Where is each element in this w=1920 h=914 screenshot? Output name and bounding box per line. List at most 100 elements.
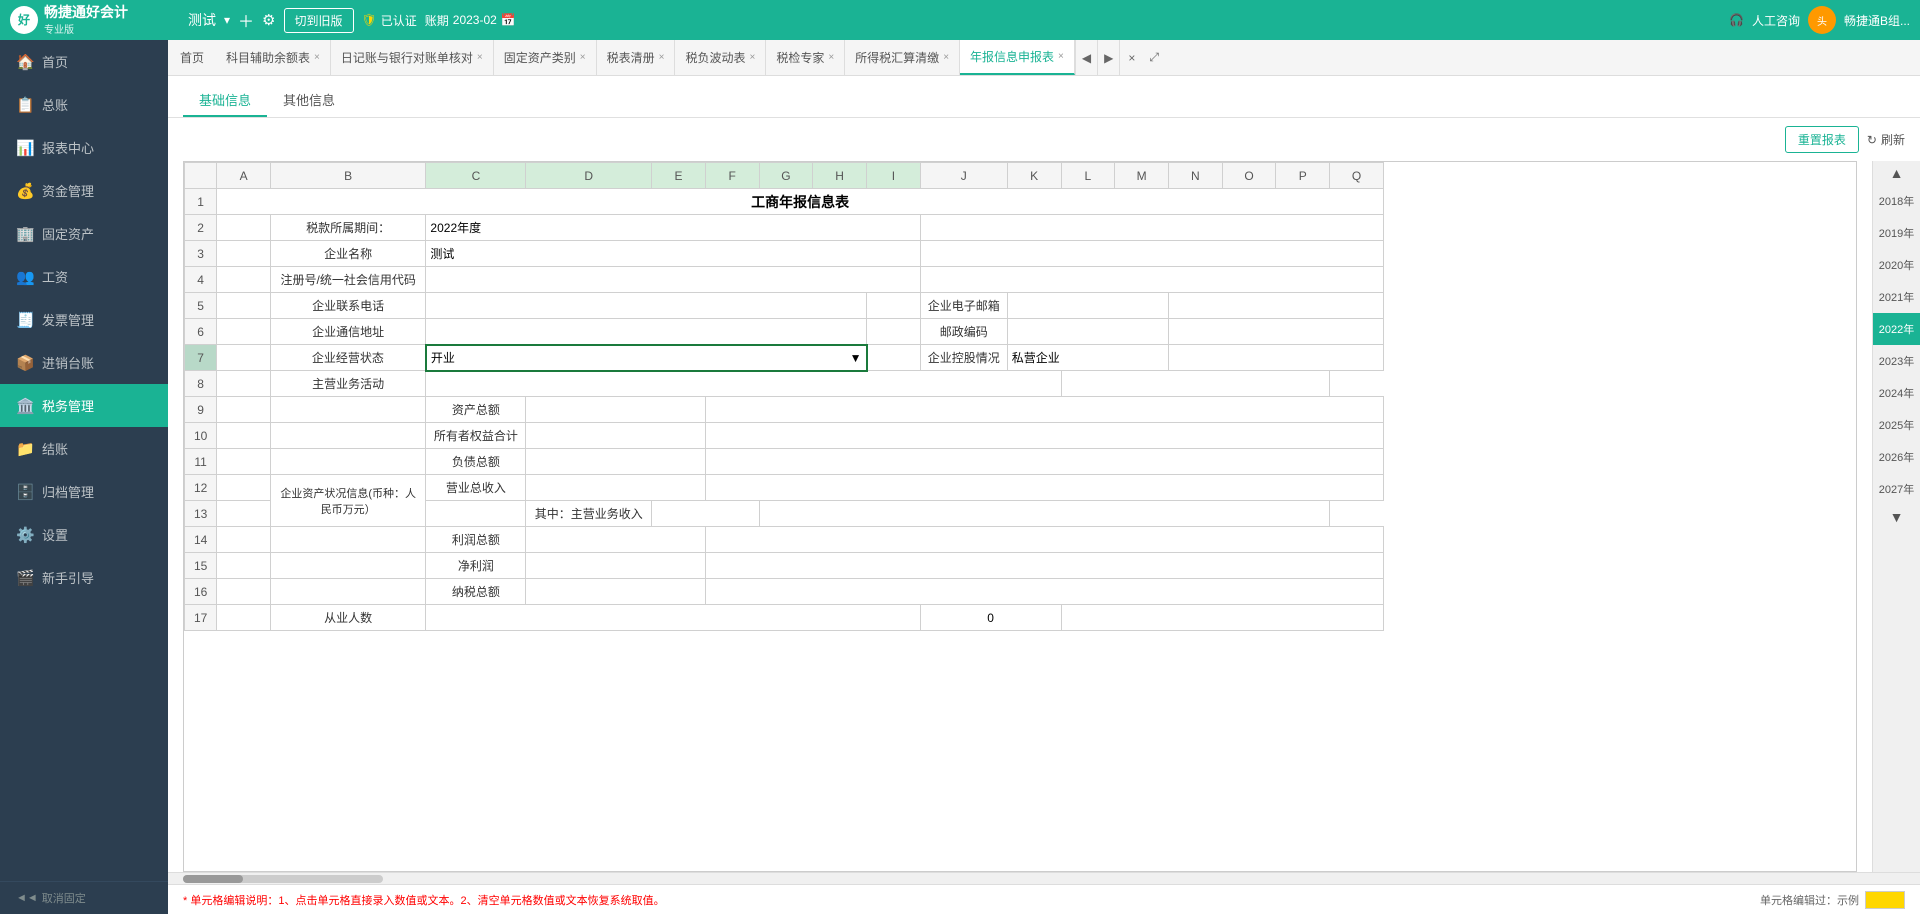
cell-9a [217,397,271,423]
spreadsheet-container[interactable]: A B C D E F G H I J K L M [183,161,1857,872]
sidebar-collapse-button[interactable]: ◄◄ 取消固定 [0,881,168,914]
content-area: 首页 科目辅助余额表 × 日记账与银行对账单核对 × 固定资产类别 × 税表清册… [168,40,1920,914]
cell-15d[interactable] [526,553,705,579]
h-scrollbar-track[interactable] [183,875,383,883]
sidebar-item-guide[interactable]: 🎬 新手引导 [0,556,168,599]
row-num-4: 4 [185,267,217,293]
year-panel-down[interactable]: ▼ [1873,505,1920,529]
tab-close-fixed-type[interactable]: × [580,52,586,63]
year-2025[interactable]: 2025年 [1873,409,1920,441]
tab-annual-report[interactable]: 年报信息申报表 × [960,40,1075,75]
reset-report-button[interactable]: 重置报表 [1785,126,1859,153]
year-2027[interactable]: 2027年 [1873,473,1920,505]
cell-title[interactable]: 工商年报信息表 [217,189,1384,215]
tab-close-income-tax[interactable]: × [943,52,949,63]
sidebar-item-closing[interactable]: 📁 结账 [0,427,168,470]
sidebar-item-reports[interactable]: 📊 报表中心 [0,126,168,169]
cell-9d[interactable] [526,397,705,423]
sidebar-item-home[interactable]: 🏠 首页 [0,40,168,83]
tab-prev-button[interactable]: ◀ [1075,40,1097,75]
tab-close-tax-wave[interactable]: × [749,52,755,63]
cell-7c[interactable]: 开业 ▼ [426,345,867,371]
table-row: 5 企业联系电话 企业电子邮箱 [185,293,1384,319]
dropdown-arrow-icon[interactable]: ▼ [850,351,862,365]
cell-10d[interactable] [526,423,705,449]
calendar-icon[interactable]: 📅 [501,13,516,27]
settings-icon[interactable]: ⚙ [262,11,275,29]
sidebar-item-archive[interactable]: 🗄️ 归档管理 [0,470,168,513]
cell-6c[interactable] [426,319,867,345]
cell-5k[interactable] [1007,293,1168,319]
sidebar-item-invoice[interactable]: 🧾 发票管理 [0,298,168,341]
cell-16d[interactable] [526,579,705,605]
top-bar: 好 畅捷通好会计 专业版 测试 ▾ ＋ ⚙ 切到旧版 🛡 已认证 账期 2023… [0,0,1920,40]
row-num-10: 10 [185,423,217,449]
sidebar-item-assets[interactable]: 🏢 固定资产 [0,212,168,255]
sidebar-item-ledger[interactable]: 📋 总账 [0,83,168,126]
cell-8c[interactable] [426,371,1061,397]
col-header-h: H [813,163,867,189]
tab-expand-button[interactable]: ⤢ [1143,40,1165,75]
cell-5c[interactable] [426,293,867,319]
tab-income-tax[interactable]: 所得税汇算清缴 × [845,40,960,75]
tab-tax-audit[interactable]: 税检专家 × [766,40,845,75]
cell-6k[interactable] [1007,319,1168,345]
sidebar-item-inventory[interactable]: 📦 进销台账 [0,341,168,384]
refresh-icon: ↻ [1867,133,1877,147]
tab-journal[interactable]: 日记账与银行对账单核对 × [331,40,494,75]
year-panel-up[interactable]: ▲ [1873,161,1920,185]
tab-close-annual-report[interactable]: × [1058,51,1064,62]
cell-3c[interactable]: 测试 [426,241,920,267]
tab-close-tax-list[interactable]: × [659,52,665,63]
sidebar-item-salary[interactable]: 👥 工资 [0,255,168,298]
tab-close-journal[interactable]: × [477,52,483,63]
tab-home[interactable]: 首页 [168,40,216,75]
row-num-14: 14 [185,527,217,553]
switch-version-button[interactable]: 切到旧版 [284,8,354,33]
tab-close-subject[interactable]: × [314,52,320,63]
tab-close-all-button[interactable]: × [1119,40,1143,75]
cell-13f[interactable] [652,501,759,527]
sidebar-item-settings[interactable]: ⚙️ 设置 [0,513,168,556]
tab-tax-list[interactable]: 税表清册 × [597,40,676,75]
cell-14d[interactable] [526,527,705,553]
user-name[interactable]: 畅捷通B组... [1844,12,1910,29]
year-2018[interactable]: 2018年 [1873,185,1920,217]
tab-close-tax-audit[interactable]: × [828,52,834,63]
year-2020[interactable]: 2020年 [1873,249,1920,281]
table-row: 16 纳税总额 [185,579,1384,605]
year-2026[interactable]: 2026年 [1873,441,1920,473]
tab-next-button[interactable]: ▶ [1097,40,1119,75]
cell-2c[interactable]: 2022年度 [426,215,920,241]
cell-5n [1168,293,1383,319]
year-2019[interactable]: 2019年 [1873,217,1920,249]
tab-label-annual-report: 年报信息申报表 [970,48,1054,65]
cell-11c: 负债总额 [426,449,526,475]
sidebar-item-tax[interactable]: 🏛️ 税务管理 [0,384,168,427]
status-dropdown[interactable]: 开业 ▼ [431,349,862,366]
sidebar-label-reports: 报表中心 [42,138,94,157]
tab-subject[interactable]: 科目辅助余额表 × [216,40,331,75]
sub-tab-other[interactable]: 其他信息 [267,84,351,117]
cell-12d[interactable] [526,475,705,501]
cell-5j: 企业电子邮箱 [920,293,1007,319]
sub-tab-basic[interactable]: 基础信息 [183,84,267,117]
cell-4c[interactable] [426,267,920,293]
year-2022[interactable]: 2022年 [1873,313,1920,345]
cell-7k[interactable]: 私营企业 [1007,345,1168,371]
add-tab-icon[interactable]: ＋ [238,8,254,32]
sidebar-item-finance[interactable]: 💰 资金管理 [0,169,168,212]
refresh-button[interactable]: ↻ 刷新 [1867,126,1905,153]
chevron-down-icon[interactable]: ▾ [224,13,230,27]
h-scrollbar-thumb[interactable] [183,875,243,883]
cell-15f [705,553,1383,579]
year-2023[interactable]: 2023年 [1873,345,1920,377]
tab-tax-wave[interactable]: 税负波动表 × [675,40,766,75]
cell-6j: 邮政编码 [920,319,1007,345]
tab-fixed-type[interactable]: 固定资产类别 × [494,40,597,75]
support-label[interactable]: 人工咨询 [1752,12,1800,29]
cell-17j[interactable]: 0 [920,605,1061,631]
horizontal-scroll[interactable] [168,872,1920,884]
year-2021[interactable]: 2021年 [1873,281,1920,313]
year-2024[interactable]: 2024年 [1873,377,1920,409]
